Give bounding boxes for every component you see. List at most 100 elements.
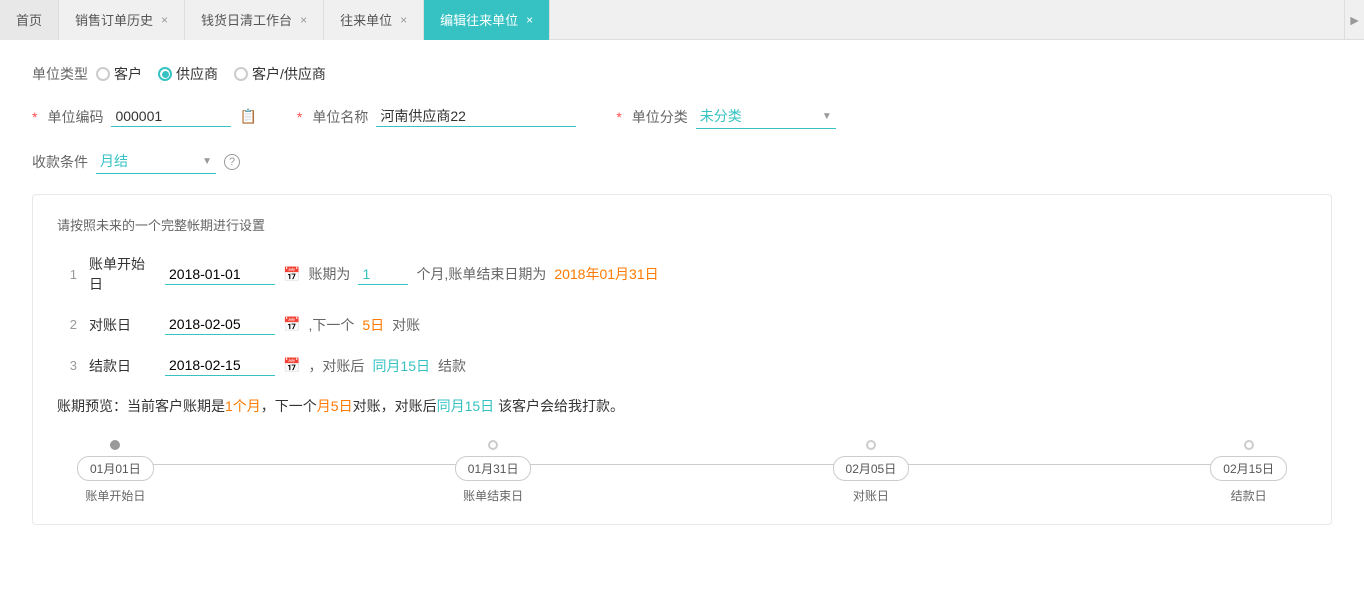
payment-item: 收款条件 月结 ▼ ? <box>32 149 240 174</box>
code-input[interactable] <box>111 106 231 127</box>
tab-bar: 首页 销售订单历史 × 钱货日清工作台 × 往来单位 × 编辑往来单位 × ► <box>0 0 1364 40</box>
code-item: * 单位编码 📋 <box>32 106 257 127</box>
unit-type-label: 单位类型 <box>32 64 88 84</box>
payment-desc-suffix: 结款 <box>438 356 466 376</box>
unit-type-row: 单位类型 客户 供应商 客户/供应商 <box>32 64 1332 84</box>
bubble-4: 02月15日 <box>1210 456 1287 481</box>
name-input[interactable] <box>376 106 576 127</box>
period-suffix: 个月,账单结束日期为 <box>416 264 546 284</box>
row-label-2: 对账日 <box>89 315 153 335</box>
tab-cash-work[interactable]: 钱货日清工作台 × <box>185 0 324 40</box>
category-chevron-icon: ▼ <box>822 111 832 122</box>
reconcile-highlight: 5日 <box>362 315 384 335</box>
tab-scroll-right[interactable]: ► <box>1344 0 1364 40</box>
preview-payment-day: 同月15日 <box>437 398 495 414</box>
row-num-2: 2 <box>57 317 77 332</box>
period-input[interactable] <box>358 264 408 285</box>
setting-row-1: 1 账单开始日 📅 账期为 个月,账单结束日期为 2018年01月31日 <box>57 254 1307 294</box>
code-name-row: * 单位编码 📋 * 单位名称 * 单位分类 未分类 ▼ <box>32 104 1332 129</box>
payment-row: 收款条件 月结 ▼ ? <box>32 149 1332 174</box>
timeline-point-2: 01月31日 账单结束日 <box>455 440 532 504</box>
dot-2 <box>488 440 498 450</box>
setting-row-3: 3 结款日 📅 ，对账后同月15日结款 <box>57 355 1307 376</box>
radio-customer-circle <box>96 67 110 81</box>
tab-edit-partner[interactable]: 编辑往来单位 × <box>424 0 550 40</box>
preview-reconcile-suffix: 对账，对账后 <box>353 398 437 414</box>
label-1: 账单开始日 <box>85 487 145 504</box>
setting-row-2: 2 对账日 📅 ,下一个 5日对账 <box>57 314 1307 335</box>
preview-text: 账期预览：当前客户账期是1个月，下一个月5日对账，对账后同月15日 该客户会给我… <box>57 396 1307 416</box>
reconcile-date-input[interactable] <box>165 314 275 335</box>
code-star: * <box>32 109 37 125</box>
code-label: 单位编码 <box>47 107 103 127</box>
payment-label: 收款条件 <box>32 152 88 172</box>
preview-reconcile-day: 月5日 <box>317 398 353 414</box>
settings-panel: 请按照未来的一个完整帐期进行设置 1 账单开始日 📅 账期为 个月,账单结束日期… <box>32 194 1332 525</box>
payment-help-icon[interactable]: ? <box>224 154 240 170</box>
payment-calendar-icon[interactable]: 📅 <box>283 357 300 374</box>
row-num-3: 3 <box>57 358 77 373</box>
radio-group: 客户 供应商 客户/供应商 <box>96 64 326 84</box>
tab-edit-partner-label: 编辑往来单位 <box>440 10 518 29</box>
timeline-point-3: 02月05日 对账日 <box>833 440 910 504</box>
payment-date-input[interactable] <box>165 355 275 376</box>
payment-chevron-icon: ▼ <box>202 156 212 167</box>
bubble-3: 02月05日 <box>833 456 910 481</box>
payment-value: 月结 <box>100 151 198 171</box>
reconcile-prefix: ,下一个 <box>308 315 354 335</box>
tab-partner[interactable]: 往来单位 × <box>324 0 424 40</box>
timeline-point-1: 01月01日 账单开始日 <box>77 440 154 504</box>
payment-desc-highlight: 同月15日 <box>372 356 430 376</box>
preview-prefix: 账期预览：当前客户账期是 <box>57 398 225 414</box>
reconcile-calendar-icon[interactable]: 📅 <box>283 316 300 333</box>
tab-edit-partner-close[interactable]: × <box>526 13 533 27</box>
timeline-container: 01月01日 账单开始日 01月31日 账单结束日 02月05日 对账日 <box>57 440 1307 504</box>
radio-customer[interactable]: 客户 <box>96 64 142 84</box>
radio-customer-label: 客户 <box>114 64 142 84</box>
name-label: 单位名称 <box>312 107 368 127</box>
row-value-3: 📅 ，对账后同月15日结款 <box>165 355 466 376</box>
payment-select[interactable]: 月结 ▼ <box>96 149 216 174</box>
start-date-calendar-icon[interactable]: 📅 <box>283 266 300 283</box>
bubble-1: 01月01日 <box>77 456 154 481</box>
label-4: 结款日 <box>1231 487 1267 504</box>
preview-period: 1个月 <box>225 398 261 414</box>
start-date-input[interactable] <box>165 264 275 285</box>
tab-cash-work-close[interactable]: × <box>300 13 307 27</box>
reconcile-suffix: 对账 <box>392 315 420 335</box>
row-label-3: 结款日 <box>89 356 153 376</box>
tab-cash-work-label: 钱货日清工作台 <box>201 10 292 29</box>
label-3: 对账日 <box>853 487 889 504</box>
name-star: * <box>297 109 302 125</box>
tab-sales-history-label: 销售订单历史 <box>75 10 153 29</box>
timeline-points: 01月01日 账单开始日 01月31日 账单结束日 02月05日 对账日 <box>77 440 1287 504</box>
name-item: * 单位名称 <box>297 106 576 127</box>
panel-title: 请按照未来的一个完整帐期进行设置 <box>57 215 1307 234</box>
unit-type-item: 单位类型 客户 供应商 客户/供应商 <box>32 64 326 84</box>
tab-sales-history[interactable]: 销售订单历史 × <box>59 0 185 40</box>
radio-supplier[interactable]: 供应商 <box>158 64 218 84</box>
code-calendar-icon[interactable]: 📋 <box>239 108 256 125</box>
row-value-2: 📅 ,下一个 5日对账 <box>165 314 420 335</box>
radio-both[interactable]: 客户/供应商 <box>234 64 326 84</box>
dot-3 <box>866 440 876 450</box>
radio-both-label: 客户/供应商 <box>252 64 326 84</box>
main-content: 单位类型 客户 供应商 客户/供应商 * 单位编码 <box>0 40 1364 608</box>
preview-suffix: 该客户会给我打款。 <box>498 398 624 414</box>
radio-supplier-label: 供应商 <box>176 64 218 84</box>
tab-home[interactable]: 首页 <box>0 0 59 40</box>
tab-partner-close[interactable]: × <box>400 13 407 27</box>
tab-home-label: 首页 <box>16 10 42 29</box>
period-prefix: 账期为 <box>308 264 350 284</box>
preview-comma: ，下一个 <box>261 398 317 414</box>
label-2: 账单结束日 <box>463 487 523 504</box>
tab-partner-label: 往来单位 <box>340 10 392 29</box>
tab-sales-history-close[interactable]: × <box>161 13 168 27</box>
row-label-1: 账单开始日 <box>89 254 153 294</box>
category-value: 未分类 <box>700 106 818 126</box>
category-label: 单位分类 <box>632 107 688 127</box>
radio-both-circle <box>234 67 248 81</box>
end-date-display: 2018年01月31日 <box>554 264 658 284</box>
dot-1 <box>110 440 120 450</box>
category-select[interactable]: 未分类 ▼ <box>696 104 836 129</box>
